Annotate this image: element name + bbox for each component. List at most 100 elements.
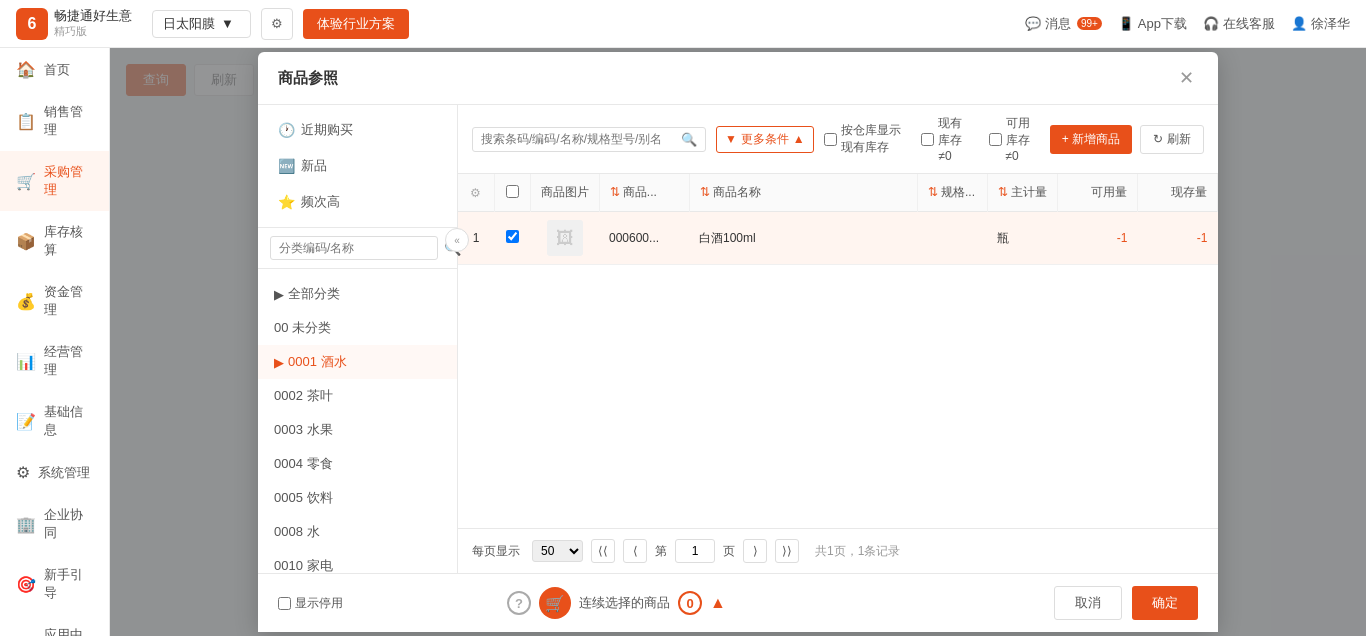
sidebar-item-enterprise[interactable]: 🏢 企业协同 xyxy=(0,494,109,554)
sidebar-item-system[interactable]: ⚙ 系统管理 xyxy=(0,451,109,494)
checkbox-by-warehouse[interactable]: 按仓库显示现有库存 xyxy=(824,122,906,156)
sidebar-item-purchase[interactable]: 🛒 采购管理 xyxy=(0,151,109,211)
quick-new[interactable]: 🆕 新品 xyxy=(270,151,445,181)
purchase-icon: 🛒 xyxy=(16,172,36,191)
category-item-0001[interactable]: ▶ 0001 酒水 xyxy=(258,345,457,379)
guide-icon: 🎯 xyxy=(16,575,36,594)
quick-recent[interactable]: 🕐 近期购买 xyxy=(270,115,445,145)
sidebar-item-home[interactable]: 🏠 首页 xyxy=(0,48,109,91)
first-page-button[interactable]: ⟨⟨ xyxy=(591,539,615,563)
quick-access-panel: 🕐 近期购买 🆕 新品 ⭐ 频次高 xyxy=(258,105,457,228)
category-item-0004[interactable]: 0004 零食 xyxy=(258,447,457,481)
th-gear: ⚙ xyxy=(458,174,494,212)
modal-overlay: 商品参照 ✕ 🕐 近期购买 🆕 xyxy=(110,48,1366,636)
product-table-wrap: ⚙ 商品图片 xyxy=(458,174,1218,528)
cart-area: ? 🛒 连续选择的商品 0 ▲ xyxy=(507,587,726,619)
category-item-0003[interactable]: 0003 水果 xyxy=(258,413,457,447)
confirm-button[interactable]: 确定 xyxy=(1132,586,1198,620)
avail-nonzero-checkbox[interactable] xyxy=(989,133,1002,146)
td-unit: 瓶 xyxy=(987,212,1057,265)
operation-icon: 📊 xyxy=(16,352,36,371)
chevron-down-icon: ▼ xyxy=(221,16,234,31)
more-conditions-button[interactable]: ▼ 更多条件 ▲ xyxy=(716,126,814,153)
th-avail: 可用量 xyxy=(1058,174,1138,212)
sidebar-item-basic[interactable]: 📝 基础信息 xyxy=(0,391,109,451)
category-item-0010[interactable]: 0010 家电 xyxy=(258,549,457,573)
store-selector[interactable]: 日太阳膜 ▼ xyxy=(152,10,251,38)
modal-close-button[interactable]: ✕ xyxy=(1174,66,1198,90)
person-icon: 👤 xyxy=(1291,16,1307,31)
collapse-panel-button[interactable]: « xyxy=(445,228,469,252)
sidebar-item-operation[interactable]: 📊 经营管理 xyxy=(0,331,109,391)
settings-button[interactable]: ⚙ xyxy=(261,8,293,40)
select-all-checkbox[interactable] xyxy=(506,185,519,198)
modal-header: 商品参照 ✕ xyxy=(258,52,1218,105)
category-item-all[interactable]: ▶ 全部分类 xyxy=(258,277,457,311)
sidebar-item-apps[interactable]: 📱 应用中心 xyxy=(0,614,109,636)
enterprise-icon: 🏢 xyxy=(16,515,36,534)
messages-button[interactable]: 💬 消息 99+ xyxy=(1025,15,1102,33)
search-submit-icon[interactable]: 🔍 xyxy=(681,132,697,147)
cancel-button[interactable]: 取消 xyxy=(1054,586,1122,620)
category-item-00[interactable]: 00 未分类 xyxy=(258,311,457,345)
filter-bar: 🔍 ▼ 更多条件 ▲ 按仓库显示现有库存 xyxy=(458,105,1218,174)
add-product-button[interactable]: + 新增商品 xyxy=(1050,125,1132,154)
page-label: 第 xyxy=(655,543,667,560)
cart-count: 0 xyxy=(678,591,702,615)
category-item-0005[interactable]: 0005 饮料 xyxy=(258,481,457,515)
modal-title: 商品参照 xyxy=(278,69,338,88)
product-table: ⚙ 商品图片 xyxy=(458,174,1218,265)
sort-code-icon[interactable]: ⇅ xyxy=(610,185,620,199)
user-avatar[interactable]: 👤 徐泽华 xyxy=(1291,15,1350,33)
show-disabled-checkbox[interactable] xyxy=(278,597,291,610)
show-disabled-label[interactable]: 显示停用 xyxy=(278,595,343,612)
table-header-row: ⚙ 商品图片 xyxy=(458,174,1218,212)
category-item-0008[interactable]: 0008 水 xyxy=(258,515,457,549)
row-checkbox[interactable] xyxy=(506,230,519,243)
category-search-input[interactable] xyxy=(270,236,438,260)
checkbox-stock-nonzero[interactable]: 现有库存≠0 xyxy=(921,115,972,163)
logo-icon: 6 xyxy=(16,8,48,40)
category-item-0002[interactable]: 0002 茶叶 xyxy=(258,379,457,413)
page-size-select[interactable]: 50 10 20 100 xyxy=(532,540,583,562)
td-stock: -1 xyxy=(1138,212,1218,265)
th-code: ⇅ 商品... xyxy=(599,174,689,212)
td-name: 白酒100ml xyxy=(689,212,917,265)
online-service-button[interactable]: 🎧 在线客服 xyxy=(1203,15,1275,33)
stock-nonzero-checkbox[interactable] xyxy=(921,133,934,146)
refresh-button[interactable]: ↻ 刷新 xyxy=(1140,125,1204,154)
th-stock: 现存量 xyxy=(1138,174,1218,212)
sidebar-item-finance[interactable]: 💰 资金管理 xyxy=(0,271,109,331)
last-page-button[interactable]: ⟩⟩ xyxy=(775,539,799,563)
product-image: 🖼 xyxy=(547,220,583,256)
modal-footer: 显示停用 ? 🛒 连续选择的商品 0 ▲ 取消 确定 xyxy=(258,573,1218,632)
left-panel: 🕐 近期购买 🆕 新品 ⭐ 频次高 xyxy=(258,105,458,573)
prev-page-button[interactable]: ⟨ xyxy=(623,539,647,563)
sort-name-icon[interactable]: ⇅ xyxy=(700,185,710,199)
next-page-button[interactable]: ⟩ xyxy=(743,539,767,563)
product-search-input[interactable] xyxy=(481,132,681,146)
app-download-button[interactable]: 📱 App下载 xyxy=(1118,15,1187,33)
new-icon: 🆕 xyxy=(278,158,295,174)
sort-spec-icon[interactable]: ⇅ xyxy=(928,185,938,199)
help-button[interactable]: ? xyxy=(507,591,531,615)
collapse-cart-button[interactable]: ▲ xyxy=(710,594,726,612)
modal-body: 🕐 近期购买 🆕 新品 ⭐ 频次高 xyxy=(258,105,1218,573)
trial-button[interactable]: 体验行业方案 xyxy=(303,9,409,39)
table-row[interactable]: 1 🖼 000600... xyxy=(458,212,1218,265)
sidebar-item-sales[interactable]: 📋 销售管理 xyxy=(0,91,109,151)
finance-icon: 💰 xyxy=(16,292,36,311)
checkbox-avail-nonzero[interactable]: 可用库存≠0 xyxy=(989,115,1040,163)
sidebar-item-inventory[interactable]: 📦 库存核算 xyxy=(0,211,109,271)
by-warehouse-checkbox[interactable] xyxy=(824,133,837,146)
system-icon: ⚙ xyxy=(16,463,30,482)
sidebar-item-guide[interactable]: 🎯 新手引导 xyxy=(0,554,109,614)
page-number-input[interactable] xyxy=(675,539,715,563)
gear-icon[interactable]: ⚙ xyxy=(470,186,481,200)
clock-icon: 🕐 xyxy=(278,122,295,138)
cart-icon[interactable]: 🛒 xyxy=(539,587,571,619)
quick-frequent[interactable]: ⭐ 频次高 xyxy=(270,187,445,217)
th-checkbox xyxy=(494,174,530,212)
inventory-icon: 📦 xyxy=(16,232,36,251)
sort-unit-icon[interactable]: ⇅ xyxy=(998,185,1008,199)
